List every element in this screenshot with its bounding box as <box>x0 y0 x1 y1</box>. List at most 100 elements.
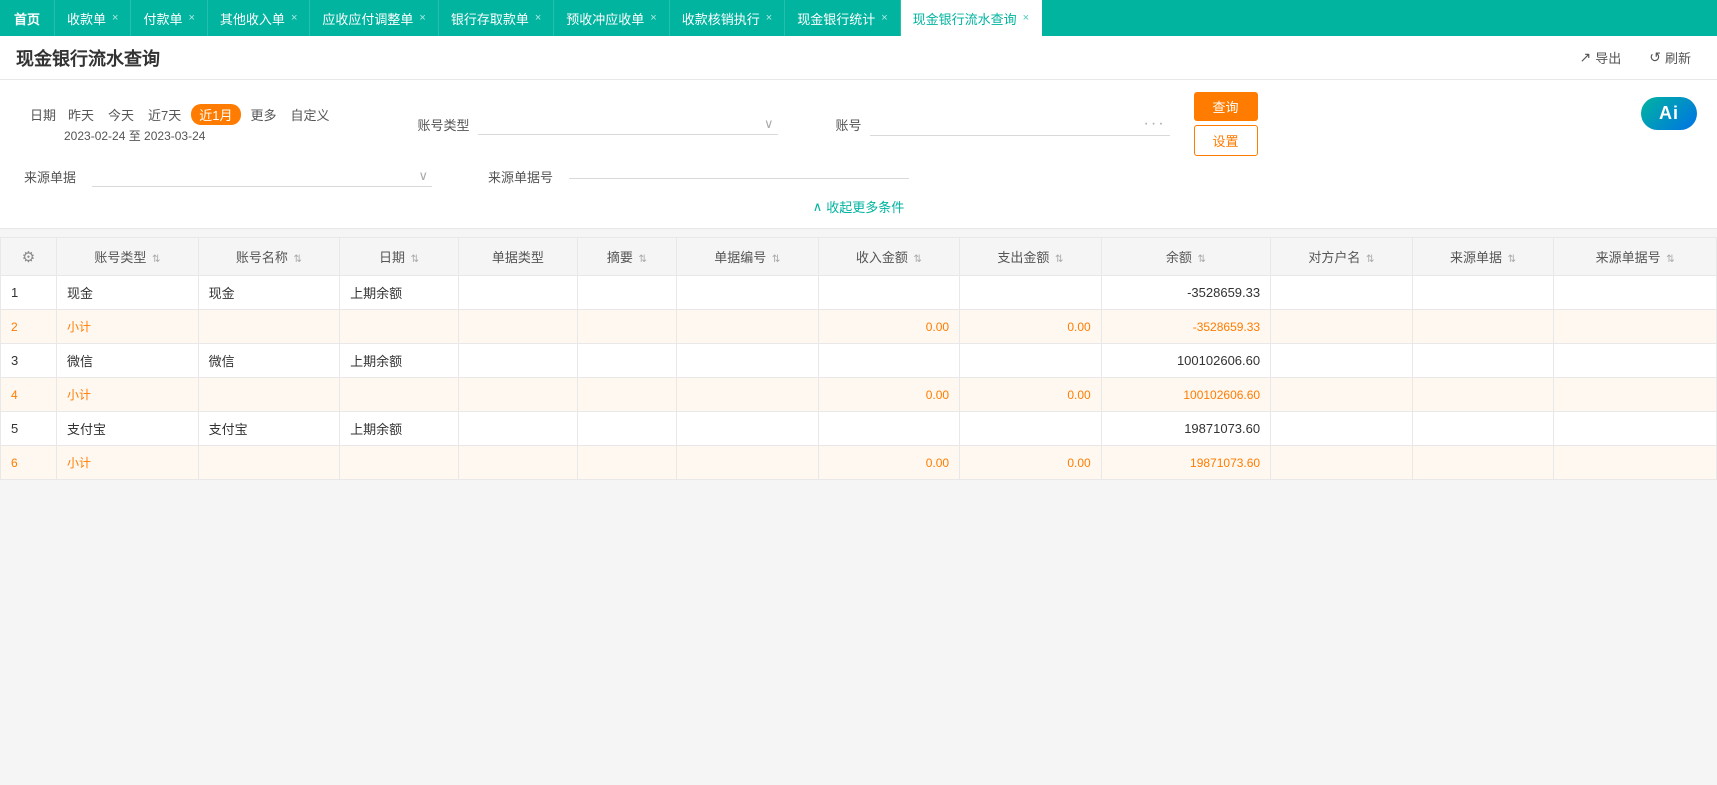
table-cell <box>1554 344 1717 378</box>
date-shortcut-自定义[interactable]: 自定义 <box>287 104 334 125</box>
col-counterparty: 对方户名 ⇅ <box>1271 238 1413 276</box>
account-input[interactable]: ··· <box>870 113 1170 136</box>
nav-tab-收款单[interactable]: 收款单 × <box>55 0 131 36</box>
date-range: 2023-02-24 至 2023-03-24 <box>64 129 205 143</box>
nav-tab-现金银行统计[interactable]: 现金银行统计× <box>785 0 900 36</box>
col-income: 收入金额 ⇅ <box>818 238 960 276</box>
col-source-doc: 来源单据 ⇅ <box>1412 238 1554 276</box>
table-cell: 微信 <box>57 344 199 378</box>
table-row: 6小计0.000.0019871073.60 <box>1 446 1717 480</box>
refresh-button[interactable]: ↺ 刷新 <box>1639 44 1701 71</box>
table-cell: 3 <box>1 344 57 378</box>
date-shortcut-近1月[interactable]: 近1月 <box>191 104 240 125</box>
table-cell: 上期余额 <box>340 344 459 378</box>
close-icon[interactable]: × <box>766 12 772 24</box>
table-cell: 4 <box>1 378 57 412</box>
table-cell <box>1554 446 1717 480</box>
nav-tab-label: 付款单 <box>143 9 182 28</box>
account-type-chevron-icon: ∨ <box>764 116 774 132</box>
account-type-select[interactable]: ∨ <box>478 114 778 135</box>
col-account-name: 账号名称 ⇅ <box>198 238 340 276</box>
source-doc-no-input[interactable] <box>569 174 909 179</box>
table-cell <box>458 446 577 480</box>
table-cell <box>458 276 577 310</box>
close-icon[interactable]: × <box>419 12 425 24</box>
table-cell <box>1412 310 1554 344</box>
table-cell <box>1271 344 1413 378</box>
table-cell <box>340 446 459 480</box>
table-cell <box>577 344 676 378</box>
date-shortcut-近7天[interactable]: 近7天 <box>144 104 185 125</box>
table-cell: -3528659.33 <box>1101 276 1270 310</box>
close-icon[interactable]: × <box>535 12 541 24</box>
column-settings-icon[interactable]: ⚙ <box>22 249 35 266</box>
settings-button[interactable]: 设置 <box>1194 125 1258 156</box>
table-cell <box>198 378 340 412</box>
close-icon[interactable]: × <box>188 12 194 24</box>
table-cell: 1 <box>1 276 57 310</box>
table-cell: 支付宝 <box>198 412 340 446</box>
table-cell <box>1554 412 1717 446</box>
account-dots-icon[interactable]: ··· <box>1144 115 1166 133</box>
nav-tab-现金银行流水查询[interactable]: 现金银行流水查询× <box>901 0 1042 36</box>
nav-tab-银行存取款单[interactable]: 银行存取款单× <box>439 0 554 36</box>
table-container: ⚙ 账号类型 ⇅ 账号名称 ⇅ 日期 ⇅ 单据类型 摘要 ⇅ 单据编号 ⇅ 收入… <box>0 237 1717 480</box>
date-shortcut-更多[interactable]: 更多 <box>247 104 281 125</box>
top-nav: 首页 收款单×付款单×其他收入单×应收应付调整单×银行存取款单×预收冲应收单×收… <box>0 0 1717 36</box>
close-icon[interactable]: × <box>881 12 887 24</box>
collapse-button[interactable]: ∧ 收起更多条件 <box>16 197 1701 216</box>
ai-badge[interactable]: Ai <box>1641 97 1697 130</box>
nav-tab-label: 收款核销执行 <box>682 9 760 28</box>
table-cell: 0.00 <box>818 378 960 412</box>
nav-tab-收款核销执行[interactable]: 收款核销执行 × <box>670 0 785 36</box>
table-cell: 0.00 <box>960 446 1102 480</box>
nav-home[interactable]: 首页 <box>0 0 55 36</box>
nav-tab-label: 应收应付调整单 <box>322 9 413 28</box>
table-cell: 100102606.60 <box>1101 344 1270 378</box>
table-cell <box>676 344 818 378</box>
nav-tab-预收冲应收单[interactable]: 预收冲应收单× <box>554 0 669 36</box>
table-cell <box>1271 310 1413 344</box>
close-icon[interactable]: × <box>112 12 118 24</box>
col-doc-type: 单据类型 <box>458 238 577 276</box>
table-cell <box>458 412 577 446</box>
table-cell <box>676 412 818 446</box>
close-icon[interactable]: × <box>650 12 656 24</box>
nav-tab-label: 收款单 <box>67 9 106 28</box>
nav-tab-应收应付调整单[interactable]: 应收应付调整单 × <box>310 0 438 36</box>
table-cell: 小计 <box>57 310 199 344</box>
table-cell <box>960 276 1102 310</box>
table-cell <box>340 378 459 412</box>
table-cell <box>458 344 577 378</box>
close-icon[interactable]: × <box>1023 12 1029 24</box>
source-doc-label: 来源单据 <box>16 167 76 186</box>
date-shortcut-今天[interactable]: 今天 <box>104 104 138 125</box>
table-cell: 5 <box>1 412 57 446</box>
table-cell <box>1412 412 1554 446</box>
date-shortcut-昨天[interactable]: 昨天 <box>64 104 98 125</box>
query-button[interactable]: 查询 <box>1194 92 1258 121</box>
table-cell <box>1271 378 1413 412</box>
col-settings[interactable]: ⚙ <box>1 238 57 276</box>
home-label: 首页 <box>14 9 40 28</box>
filter-row-source: 来源单据 ∨ 来源单据号 <box>16 166 1701 187</box>
table-row: 1现金现金上期余额-3528659.33 <box>1 276 1717 310</box>
nav-tab-其他收入单[interactable]: 其他收入单× <box>208 0 310 36</box>
nav-tab-付款单[interactable]: 付款单 × <box>131 0 207 36</box>
date-shortcuts: 昨天今天近7天近1月更多自定义 <box>64 104 334 125</box>
source-doc-select[interactable]: ∨ <box>92 166 432 187</box>
table-cell: 0.00 <box>960 310 1102 344</box>
table-cell: 19871073.60 <box>1101 446 1270 480</box>
table-cell <box>1412 344 1554 378</box>
table-cell: 微信 <box>198 344 340 378</box>
table-cell <box>1271 446 1413 480</box>
table-cell: 0.00 <box>818 310 960 344</box>
table-cell <box>1554 378 1717 412</box>
table-cell: 上期余额 <box>340 412 459 446</box>
close-icon[interactable]: × <box>291 12 297 24</box>
collapse-arrow-icon: ∧ <box>813 199 823 215</box>
refresh-label: 刷新 <box>1665 48 1691 67</box>
col-expense: 支出金额 ⇅ <box>960 238 1102 276</box>
header-actions: ↗ 导出 ↺ 刷新 <box>1570 44 1702 71</box>
export-button[interactable]: ↗ 导出 <box>1570 44 1632 71</box>
